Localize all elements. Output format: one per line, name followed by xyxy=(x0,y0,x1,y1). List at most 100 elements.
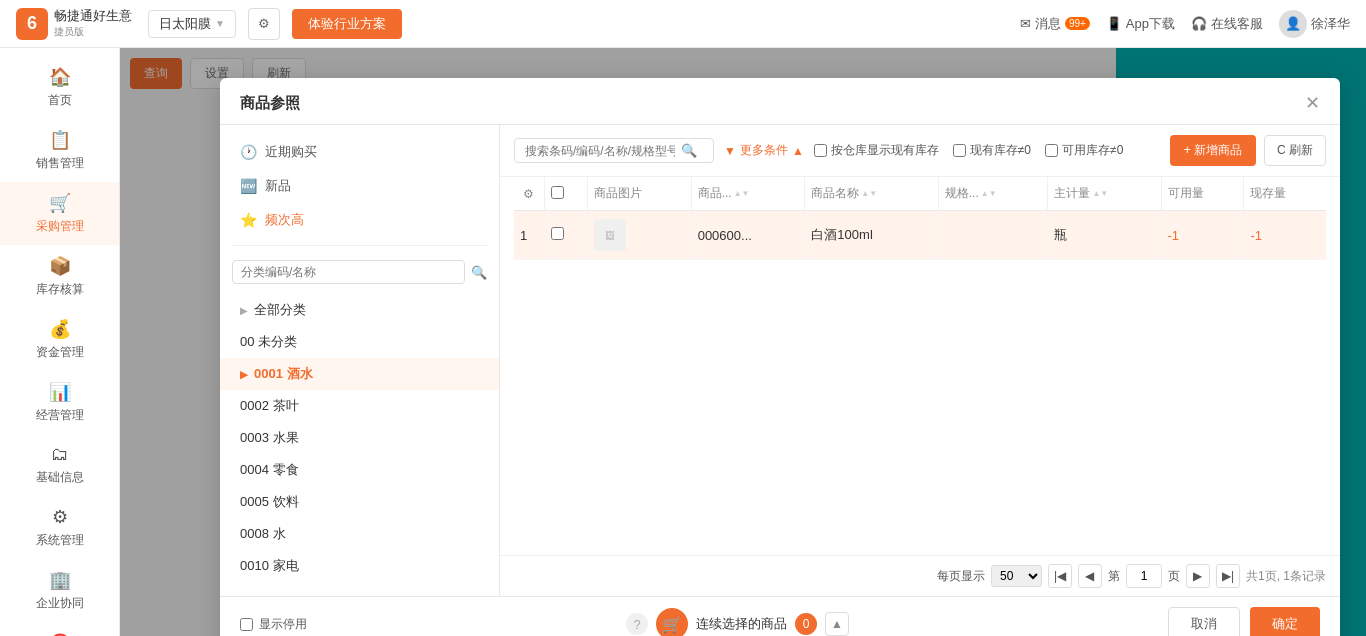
cat-0004[interactable]: 0004 零食 xyxy=(220,454,499,486)
cat-0005[interactable]: 0005 饮料 xyxy=(220,486,499,518)
sidebar-item-basic[interactable]: 🗂 基础信息 xyxy=(0,434,119,496)
cat-0002[interactable]: 0002 茶叶 xyxy=(220,390,499,422)
th-spec[interactable]: 规格... ▲▼ xyxy=(938,177,1048,211)
table-row[interactable]: 1 🖼 xyxy=(514,211,1326,260)
logo-area: 6 畅捷通好生意 捷员版 xyxy=(16,8,136,40)
cat-0008[interactable]: 0008 水 xyxy=(220,518,499,550)
page-size-select[interactable]: 50 10 20 100 xyxy=(991,565,1042,587)
sidebar-item-finance[interactable]: 💰 资金管理 xyxy=(0,308,119,371)
cat-0010[interactable]: 0010 家电 xyxy=(220,550,499,582)
logo-icon: 6 xyxy=(16,8,48,40)
cat-00[interactable]: 00 未分类 xyxy=(220,326,499,358)
gear-icon: ⚙ xyxy=(258,16,270,31)
trial-button[interactable]: 体验行业方案 xyxy=(292,9,402,39)
collapse-footer-button[interactable]: ▲ xyxy=(825,612,849,636)
sidebar-item-system[interactable]: ⚙ 系统管理 xyxy=(0,496,119,559)
cb-available-stock-input[interactable] xyxy=(1045,144,1058,157)
sidebar-item-purchase[interactable]: 🛒 采购管理 xyxy=(0,182,119,245)
headset-icon: 🎧 xyxy=(1191,16,1207,31)
user-name: 徐泽华 xyxy=(1311,15,1350,33)
th-name[interactable]: 商品名称 ▲▼ xyxy=(805,177,938,211)
toolbar-right: + 新增商品 C 刷新 xyxy=(1170,135,1326,166)
page-number-input[interactable] xyxy=(1126,564,1162,588)
first-page-btn[interactable]: |◀ xyxy=(1048,564,1072,588)
cell-spec xyxy=(938,211,1048,260)
store-selector[interactable]: 日太阳膜 ▼ xyxy=(148,10,236,38)
sidebar-label-business: 经营管理 xyxy=(36,407,84,424)
cb-current-stock-input[interactable] xyxy=(953,144,966,157)
avatar: 👤 xyxy=(1279,10,1307,38)
product-table: ⚙ 商品图片 xyxy=(514,177,1326,260)
th-name-label: 商品名称 xyxy=(811,185,859,202)
show-disabled-input[interactable] xyxy=(240,618,253,631)
message-icon: ✉ xyxy=(1020,16,1031,31)
category-search-input[interactable] xyxy=(232,260,465,284)
business-icon: 📊 xyxy=(49,381,71,403)
cat-all[interactable]: ▶ 全部分类 xyxy=(220,294,499,326)
sidebar-item-guide[interactable]: 🎯 新手引导 xyxy=(0,622,119,636)
cb-available-stock[interactable]: 可用库存≠0 xyxy=(1045,142,1123,159)
recent-tab[interactable]: 🕐 近期购买 xyxy=(228,135,491,169)
service-item[interactable]: 🎧 在线客服 xyxy=(1191,15,1263,33)
page-size-label: 每页显示 xyxy=(937,568,985,585)
cart-icon-button[interactable]: 🛒 xyxy=(656,608,688,636)
gear-button[interactable]: ⚙ xyxy=(248,8,280,40)
search-submit-icon[interactable]: 🔍 xyxy=(681,143,697,158)
cell-img: 🖼 xyxy=(588,211,691,260)
sidebar-item-business[interactable]: 📊 经营管理 xyxy=(0,371,119,434)
new-product-tab[interactable]: 🆕 新品 xyxy=(228,169,491,203)
right-panel: 🔍 ▼ 更多条件 ▲ 按仓库显示现有库存 xyxy=(500,125,1340,596)
settings-icon[interactable]: ⚙ xyxy=(523,187,534,201)
cb-current-stock-label: 现有库存≠0 xyxy=(970,142,1031,159)
sort-arrows-name: ▲▼ xyxy=(861,189,877,198)
product-search-input[interactable] xyxy=(525,144,675,158)
right-toolbar: 🔍 ▼ 更多条件 ▲ 按仓库显示现有库存 xyxy=(500,125,1340,177)
filter-icon: ▼ xyxy=(724,144,736,158)
help-icon[interactable]: ? xyxy=(626,613,648,635)
show-disabled-label: 显示停用 xyxy=(259,616,307,633)
th-unit[interactable]: 主计量 ▲▼ xyxy=(1048,177,1161,211)
last-page-btn[interactable]: ▶| xyxy=(1216,564,1240,588)
cat-0002-label: 0002 茶叶 xyxy=(240,397,299,415)
row-checkbox[interactable] xyxy=(551,227,564,240)
frequent-tab[interactable]: ⭐ 频次高 xyxy=(228,203,491,237)
next-page-btn[interactable]: ▶ xyxy=(1186,564,1210,588)
cat-0003-label: 0003 水果 xyxy=(240,429,299,447)
th-code[interactable]: 商品... ▲▼ xyxy=(691,177,805,211)
cell-stock: -1 xyxy=(1244,211,1326,260)
select-all-checkbox[interactable] xyxy=(551,186,564,199)
search-icon[interactable]: 🔍 xyxy=(471,265,487,280)
sidebar-item-corp[interactable]: 🏢 企业协同 xyxy=(0,559,119,622)
sidebar-item-sales[interactable]: 📋 销售管理 xyxy=(0,119,119,182)
new-icon: 🆕 xyxy=(240,178,257,194)
sidebar-item-inventory[interactable]: 📦 库存核算 xyxy=(0,245,119,308)
corp-icon: 🏢 xyxy=(49,569,71,591)
selected-count-badge: 0 xyxy=(795,613,817,635)
cat-0003[interactable]: 0003 水果 xyxy=(220,422,499,454)
cb-current-stock[interactable]: 现有库存≠0 xyxy=(953,142,1031,159)
app-download-item[interactable]: 📱 App下载 xyxy=(1106,15,1175,33)
th-stock-label: 现存量 xyxy=(1250,186,1286,200)
cb-warehouse-stock-input[interactable] xyxy=(814,144,827,157)
cb-warehouse-stock[interactable]: 按仓库显示现有库存 xyxy=(814,142,939,159)
user-item[interactable]: 👤 徐泽华 xyxy=(1279,10,1350,38)
filter-button[interactable]: ▼ 更多条件 ▲ xyxy=(724,142,804,159)
show-disabled-checkbox[interactable]: 显示停用 xyxy=(240,616,307,633)
refresh-button[interactable]: C 刷新 xyxy=(1264,135,1326,166)
close-icon[interactable]: ✕ xyxy=(1305,92,1320,114)
th-stock: 现存量 xyxy=(1244,177,1326,211)
sidebar-item-home[interactable]: 🏠 首页 xyxy=(0,56,119,119)
checkbox-group: 按仓库显示现有库存 现有库存≠0 可用库存≠0 xyxy=(814,142,1124,159)
basic-icon: 🗂 xyxy=(51,444,69,465)
sidebar-label-system: 系统管理 xyxy=(36,532,84,549)
confirm-button[interactable]: 确定 xyxy=(1250,607,1320,636)
prev-page-btn[interactable]: ◀ xyxy=(1078,564,1102,588)
page-word2: 页 xyxy=(1168,568,1180,585)
chevron-down-icon: ▼ xyxy=(215,18,225,29)
th-code-label: 商品... xyxy=(698,185,732,202)
cat-0008-label: 0008 水 xyxy=(240,525,286,543)
add-product-button[interactable]: + 新增商品 xyxy=(1170,135,1256,166)
cat-0001[interactable]: ▶ 0001 酒水 xyxy=(220,358,499,390)
message-item[interactable]: ✉ 消息 99+ xyxy=(1020,15,1090,33)
cancel-button[interactable]: 取消 xyxy=(1168,607,1240,636)
